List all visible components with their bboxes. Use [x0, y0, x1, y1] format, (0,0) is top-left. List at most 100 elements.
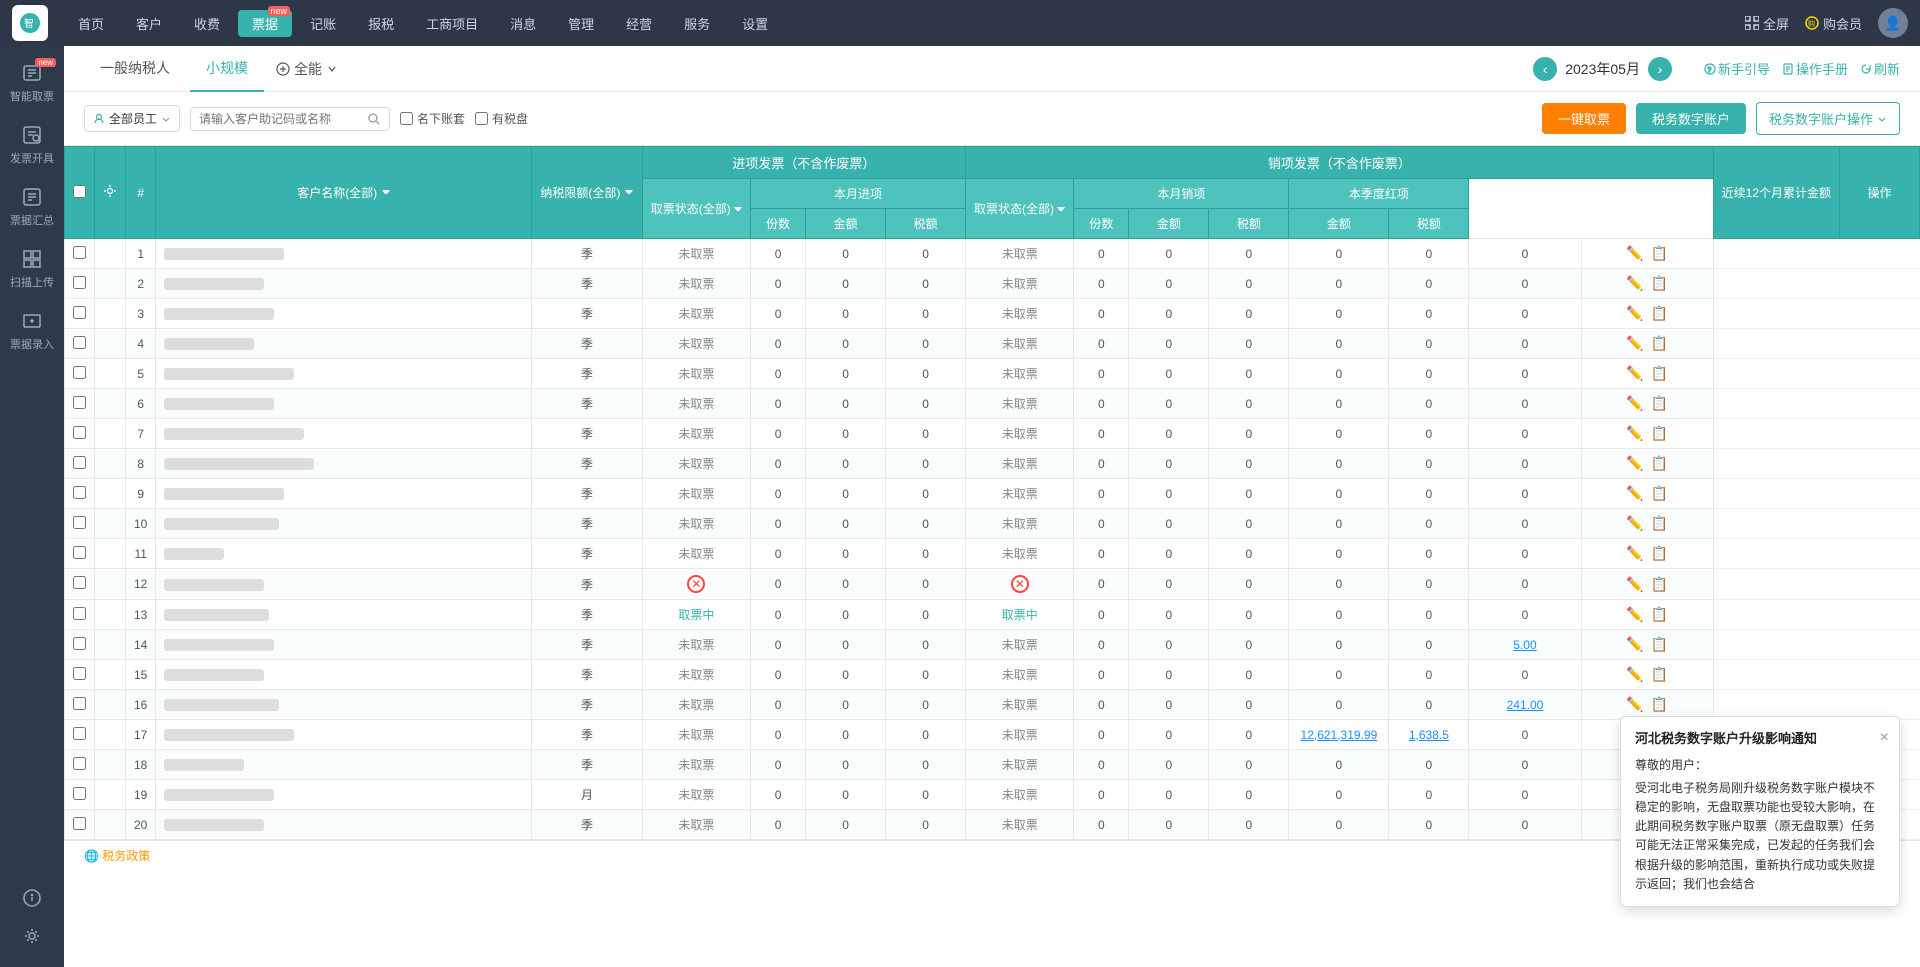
row-edit-btn-2[interactable]: ✏️: [1626, 275, 1643, 291]
nav-business[interactable]: 工商项目: [412, 10, 492, 37]
nav-home[interactable]: 首页: [64, 10, 118, 37]
row-edit-btn-6[interactable]: ✏️: [1626, 395, 1643, 411]
nav-tax[interactable]: 报税: [354, 10, 408, 37]
row-copy-btn-11[interactable]: 📋: [1651, 545, 1668, 561]
manual-link[interactable]: 操作手册: [1782, 59, 1848, 78]
row-checkbox-7[interactable]: [73, 426, 86, 439]
row-copy-btn-2[interactable]: 📋: [1651, 275, 1668, 291]
nav-settings[interactable]: 设置: [728, 10, 782, 37]
row-edit-btn-7[interactable]: ✏️: [1626, 425, 1643, 441]
in-status-filter-icon[interactable]: [734, 205, 742, 213]
row-copy-btn-13[interactable]: 📋: [1651, 606, 1668, 622]
fullscreen-button[interactable]: 全屏: [1745, 14, 1789, 33]
th-in-status[interactable]: 取票状态(全部): [642, 179, 750, 239]
quota-filter-icon[interactable]: [624, 187, 634, 197]
period-next-button[interactable]: ›: [1648, 57, 1672, 81]
row-edit-btn-10[interactable]: ✏️: [1626, 515, 1643, 531]
row-checkbox-15[interactable]: [73, 667, 86, 680]
nav-invoice[interactable]: 票据 new: [238, 10, 292, 37]
sidebar-item-message-bottom[interactable]: [4, 879, 60, 917]
sidebar-item-settings-bottom[interactable]: [4, 917, 60, 955]
row-edit-btn-12[interactable]: ✏️: [1626, 576, 1643, 592]
row-checkbox-14[interactable]: [73, 637, 86, 650]
app-logo[interactable]: 智: [12, 5, 48, 41]
row-checkbox-2[interactable]: [73, 276, 86, 289]
row-checkbox-16[interactable]: [73, 697, 86, 710]
row-copy-btn-6[interactable]: 📋: [1651, 395, 1668, 411]
row-copy-btn-8[interactable]: 📋: [1651, 455, 1668, 471]
nav-service[interactable]: 服务: [670, 10, 724, 37]
sidebar-item-smart-ticket[interactable]: new 智能取票: [4, 54, 60, 112]
row-copy-btn-4[interactable]: 📋: [1651, 335, 1668, 351]
row-checkbox-13[interactable]: [73, 607, 86, 620]
row-copy-btn-12[interactable]: 📋: [1651, 576, 1668, 592]
checkbox-tax-disk[interactable]: 有税盘: [475, 110, 528, 127]
tax-policy-link[interactable]: 🌐 税务政策: [84, 847, 150, 864]
user-avatar[interactable]: 👤: [1878, 8, 1908, 38]
refresh-link[interactable]: 刷新: [1860, 59, 1900, 78]
nav-fee[interactable]: 收费: [180, 10, 234, 37]
out-status-error-icon[interactable]: ✕: [1011, 575, 1029, 593]
row-checkbox-6[interactable]: [73, 396, 86, 409]
row-edit-btn-11[interactable]: ✏️: [1626, 545, 1643, 561]
tab-small-scale[interactable]: 小规模: [190, 46, 264, 92]
row-checkbox-4[interactable]: [73, 336, 86, 349]
row-checkbox-18[interactable]: [73, 757, 86, 770]
sidebar-item-entry[interactable]: 票据录入: [4, 302, 60, 360]
row-edit-btn-15[interactable]: ✏️: [1626, 666, 1643, 682]
popup-close-button[interactable]: ×: [1880, 725, 1889, 751]
period-prev-button[interactable]: ‹: [1533, 57, 1557, 81]
th-customer[interactable]: 客户名称(全部): [156, 147, 532, 239]
checkbox-tax-disk-input[interactable]: [475, 112, 488, 125]
nav-message[interactable]: 消息: [496, 10, 550, 37]
row-copy-btn-14[interactable]: 📋: [1651, 636, 1668, 652]
row-copy-btn-5[interactable]: 📋: [1651, 365, 1668, 381]
tab-general-taxpayer[interactable]: 一般纳税人: [84, 46, 186, 92]
row-copy-btn-16[interactable]: 📋: [1651, 696, 1668, 712]
nav-accounting[interactable]: 记账: [296, 10, 350, 37]
member-button[interactable]: 购 购会员: [1805, 14, 1862, 33]
row-checkbox-20[interactable]: [73, 817, 86, 830]
row-checkbox-5[interactable]: [73, 366, 86, 379]
row-edit-btn-16[interactable]: ✏️: [1626, 696, 1643, 712]
row-edit-btn-4[interactable]: ✏️: [1626, 335, 1643, 351]
row-edit-btn-5[interactable]: ✏️: [1626, 365, 1643, 381]
row-copy-btn-9[interactable]: 📋: [1651, 485, 1668, 501]
one-click-fetch-button[interactable]: 一键取票: [1542, 103, 1626, 134]
row-checkbox-1[interactable]: [73, 246, 86, 259]
search-icon[interactable]: [367, 112, 381, 126]
tab-all-capable[interactable]: 全能: [276, 59, 338, 79]
row-checkbox-17[interactable]: [73, 727, 86, 740]
row-edit-btn-1[interactable]: ✏️: [1626, 245, 1643, 261]
row-copy-btn-3[interactable]: 📋: [1651, 305, 1668, 321]
row-copy-btn-15[interactable]: 📋: [1651, 666, 1668, 682]
customer-filter-icon[interactable]: [381, 187, 391, 197]
row-edit-btn-14[interactable]: ✏️: [1626, 636, 1643, 652]
sidebar-item-summary[interactable]: 票据汇总: [4, 178, 60, 236]
tax-digital-ops-button[interactable]: 税务数字账户操作: [1756, 102, 1900, 135]
row-checkbox-12[interactable]: [73, 576, 86, 589]
sidebar-item-invoice-open[interactable]: 发票开具: [4, 116, 60, 174]
row-checkbox-19[interactable]: [73, 787, 86, 800]
th-quota[interactable]: 纳税限额(全部): [532, 147, 642, 239]
row-copy-btn-7[interactable]: 📋: [1651, 425, 1668, 441]
row-copy-btn-10[interactable]: 📋: [1651, 515, 1668, 531]
row-edit-btn-3[interactable]: ✏️: [1626, 305, 1643, 321]
employee-select[interactable]: 全部员工: [84, 105, 180, 132]
row-edit-btn-13[interactable]: ✏️: [1626, 606, 1643, 622]
row-checkbox-3[interactable]: [73, 306, 86, 319]
nav-manage[interactable]: 管理: [554, 10, 608, 37]
th-out-status[interactable]: 取票状态(全部): [966, 179, 1074, 239]
nav-customer[interactable]: 客户: [122, 10, 176, 37]
row-checkbox-8[interactable]: [73, 456, 86, 469]
row-checkbox-9[interactable]: [73, 486, 86, 499]
row-edit-btn-8[interactable]: ✏️: [1626, 455, 1643, 471]
checkbox-subledger-input[interactable]: [400, 112, 413, 125]
checkbox-subledger[interactable]: 名下账套: [400, 110, 465, 127]
new-user-guide-link[interactable]: ? 新手引导: [1704, 59, 1770, 78]
row-checkbox-10[interactable]: [73, 516, 86, 529]
in-status-error-icon[interactable]: ✕: [687, 575, 705, 593]
row-checkbox-11[interactable]: [73, 546, 86, 559]
nav-operation[interactable]: 经营: [612, 10, 666, 37]
row-edit-btn-9[interactable]: ✏️: [1626, 485, 1643, 501]
